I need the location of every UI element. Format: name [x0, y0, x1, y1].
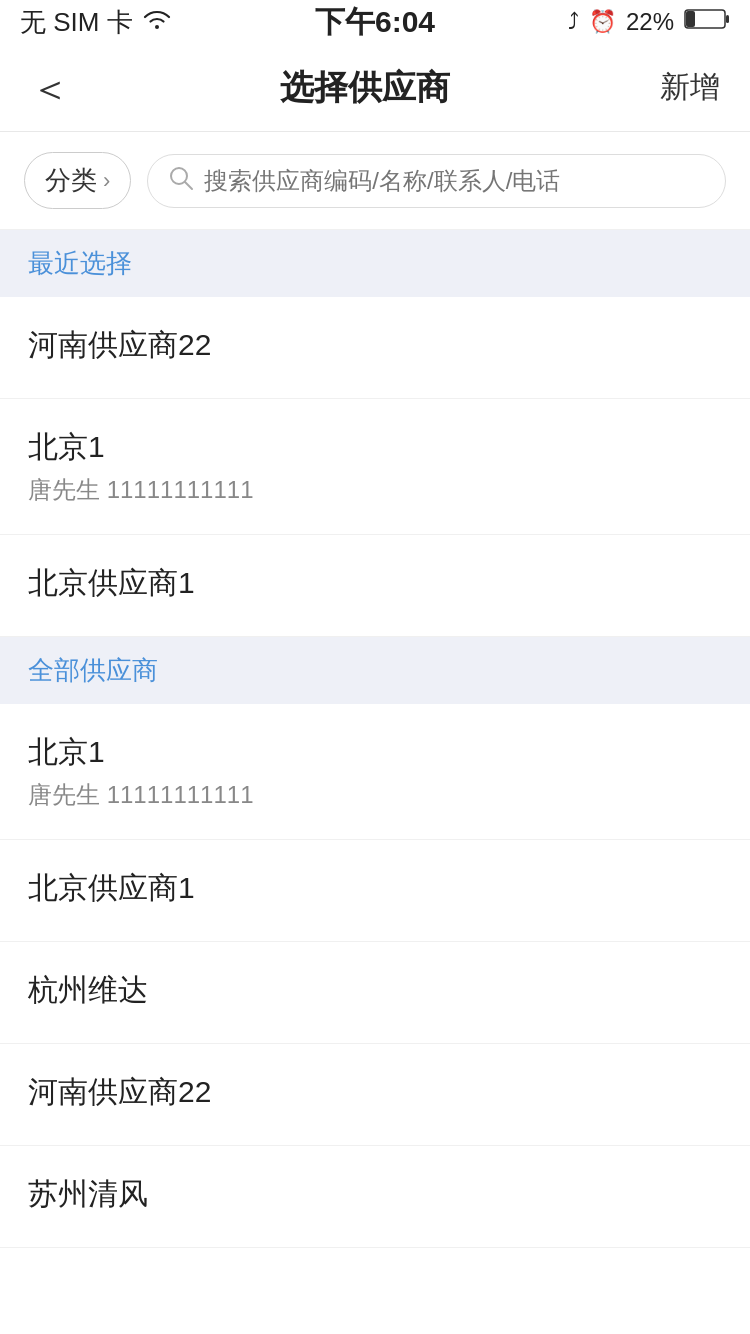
status-bar-right: ⤴ ⏰ 22% — [568, 8, 730, 36]
location-icon: ⤴ — [568, 9, 579, 35]
status-bar-time: 下午6:04 — [315, 2, 435, 43]
recent-section-label: 最近选择 — [28, 248, 132, 278]
page-title: 选择供应商 — [70, 65, 660, 111]
svg-line-4 — [185, 182, 192, 189]
item-title: 河南供应商22 — [28, 1072, 722, 1113]
list-item[interactable]: 北京供应商1 — [0, 840, 750, 942]
item-title: 北京供应商1 — [28, 868, 722, 909]
filter-bar: 分类 › — [0, 132, 750, 230]
item-subtitle: 唐先生 11111111111 — [28, 474, 722, 506]
search-box — [147, 154, 726, 208]
all-section-header: 全部供应商 — [0, 637, 750, 704]
battery-icon — [684, 8, 730, 36]
item-title: 杭州维达 — [28, 970, 722, 1011]
item-title: 河南供应商22 — [28, 325, 722, 366]
back-button[interactable]: ＜ — [30, 68, 70, 108]
svg-rect-1 — [686, 11, 695, 27]
list-item[interactable]: 河南供应商22 — [0, 1044, 750, 1146]
battery-text: 22% — [626, 8, 674, 36]
status-bar-left: 无 SIM 卡 — [20, 5, 173, 40]
list-item[interactable]: 杭州维达 — [0, 942, 750, 1044]
alarm-icon: ⏰ — [589, 9, 616, 35]
all-section-label: 全部供应商 — [28, 655, 158, 685]
nav-bar: ＜ 选择供应商 新增 — [0, 44, 750, 132]
all-list: 北京1 唐先生 11111111111 北京供应商1 杭州维达河南供应商22 苏州清风 — [0, 704, 750, 1248]
list-item[interactable]: 北京供应商1 — [0, 535, 750, 637]
chevron-right-icon: › — [103, 168, 110, 194]
list-item[interactable]: 北京1 唐先生 11111111111 — [0, 704, 750, 840]
item-title: 苏州清风 — [28, 1174, 722, 1215]
category-label: 分类 — [45, 163, 97, 198]
new-action-button[interactable]: 新增 — [660, 67, 720, 108]
search-icon — [168, 165, 194, 197]
list-item[interactable]: 河南供应商22 — [0, 297, 750, 399]
item-title: 北京1 — [28, 427, 722, 468]
search-input[interactable] — [204, 167, 705, 195]
status-bar: 无 SIM 卡 下午6:04 ⤴ ⏰ 22% — [0, 0, 750, 44]
recent-list: 河南供应商22 北京1 唐先生 11111111111 北京供应商1 — [0, 297, 750, 637]
recent-section-header: 最近选择 — [0, 230, 750, 297]
list-item[interactable]: 苏州清风 — [0, 1146, 750, 1248]
item-title: 北京供应商1 — [28, 563, 722, 604]
category-button[interactable]: 分类 › — [24, 152, 131, 209]
item-title: 北京1 — [28, 732, 722, 773]
carrier-text: 无 SIM 卡 — [20, 5, 133, 40]
list-item[interactable]: 北京1 唐先生 11111111111 — [0, 399, 750, 535]
wifi-icon — [141, 7, 173, 38]
svg-rect-2 — [726, 15, 729, 23]
item-subtitle: 唐先生 11111111111 — [28, 779, 722, 811]
